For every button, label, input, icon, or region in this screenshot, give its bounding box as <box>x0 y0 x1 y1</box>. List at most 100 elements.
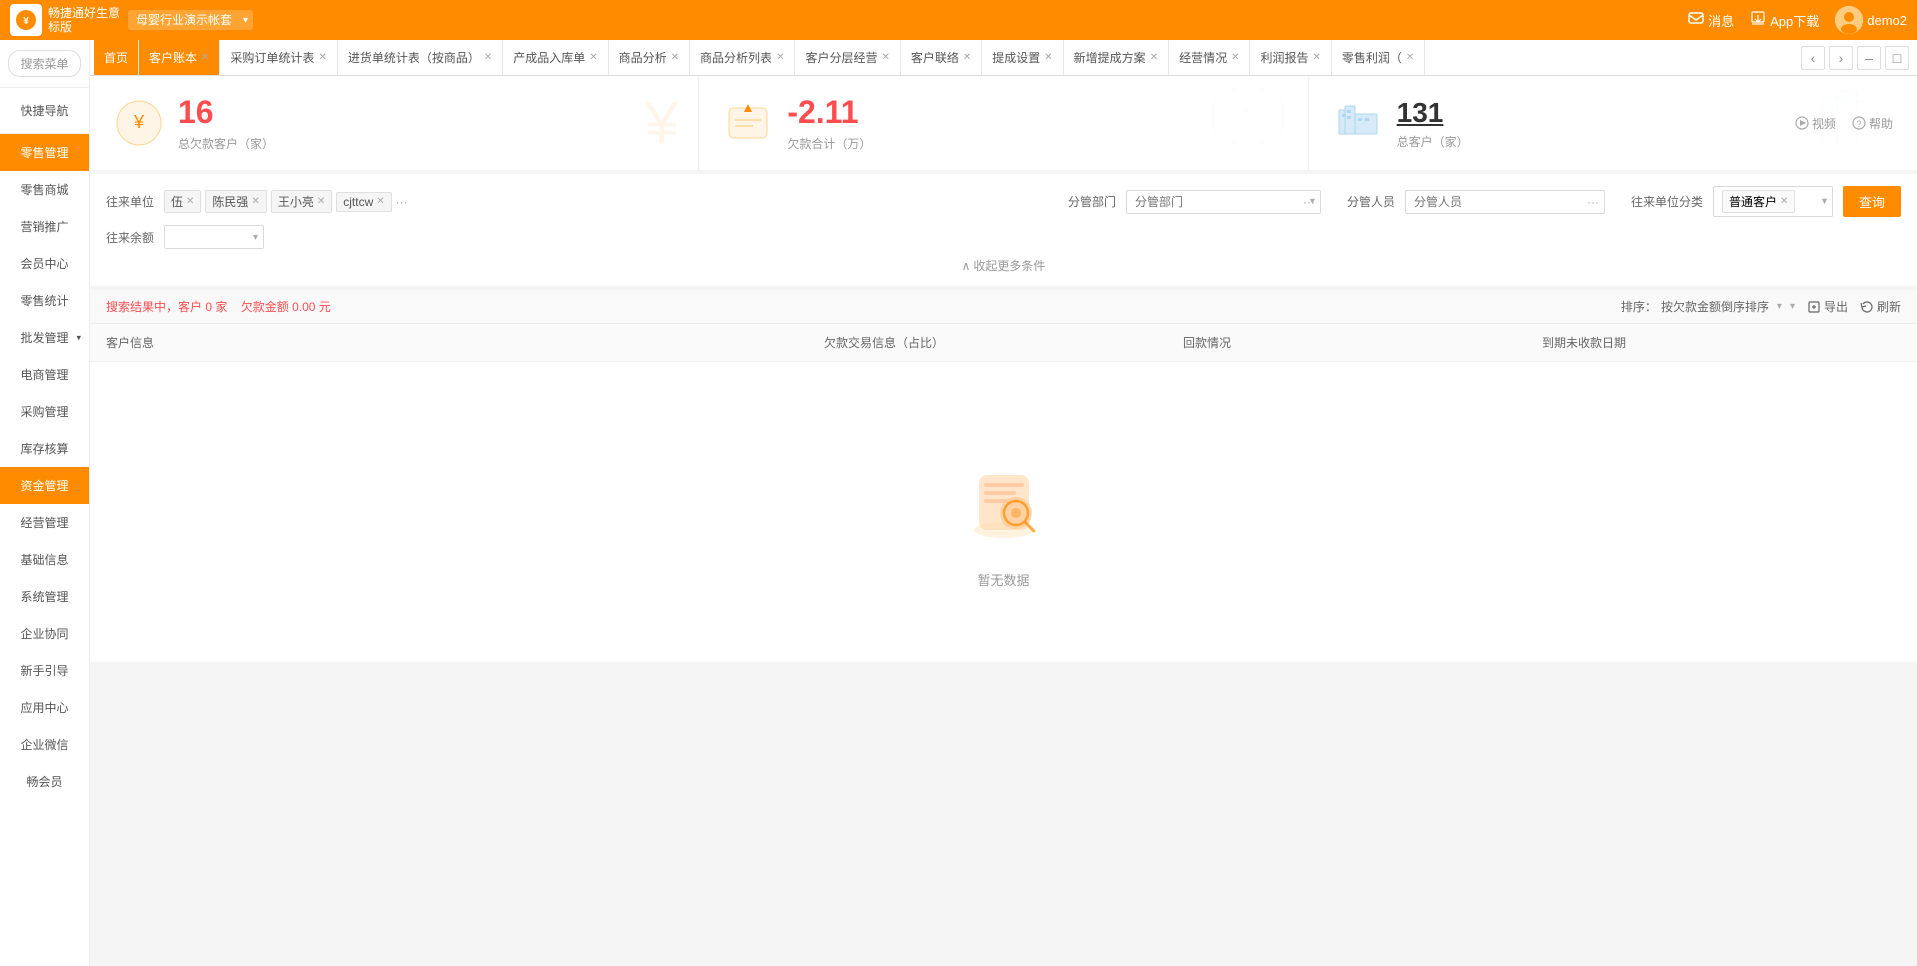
sidebar-item-system-mgmt[interactable]: 系统管理 <box>0 578 89 615</box>
stat-number-overdue-customers: 16 <box>178 94 274 131</box>
tab-close-new-commission-plan[interactable]: ✕ <box>1150 52 1158 63</box>
empty-state: 暂无数据 <box>954 455 1054 589</box>
stat-icon-wrap-3 <box>1333 98 1383 148</box>
remove-tag-wu[interactable]: ✕ <box>186 196 194 207</box>
user-menu[interactable]: demo2 <box>1835 6 1907 34</box>
tab-purchase-order-stats[interactable]: 采购订单统计表 ✕ <box>220 40 337 76</box>
stat-bg-icon-total <box>1817 87 1897 160</box>
remove-tag-chen[interactable]: ✕ <box>251 196 259 207</box>
tab-controls: ‹ › – □ <box>1801 46 1913 70</box>
unit-category-select-box[interactable]: 普通客户 ✕ <box>1713 186 1833 217</box>
tab-close-customer-contact[interactable]: ✕ <box>963 52 971 63</box>
dept-filter-label: 分管部门 <box>1068 193 1116 210</box>
search-menu-btn[interactable]: 搜索菜单 <box>8 50 81 77</box>
tab-close-purchase-stats-by-product[interactable]: ✕ <box>484 52 492 63</box>
sidebar-item-new-guide[interactable]: 新手引导 <box>0 652 89 689</box>
sidebar-item-ecommerce[interactable]: 电商管理 <box>0 356 89 393</box>
sidebar-item-purchase-mgmt[interactable]: 采购管理 <box>0 393 89 430</box>
remove-tag-cjttcw[interactable]: ✕ <box>376 196 384 207</box>
sidebar-item-enterprise-collab[interactable]: 企业协同 <box>0 615 89 652</box>
collapse-btn[interactable]: ∧ 收起更多条件 <box>962 257 1046 274</box>
stat-bg-icon-customers: ¥ <box>645 89 678 158</box>
sidebar-item-app-center[interactable]: 应用中心 <box>0 689 89 726</box>
tab-maximize-btn[interactable]: □ <box>1885 46 1909 70</box>
account-selector[interactable]: 母婴行业演示帐套 <box>128 10 253 30</box>
tab-commission-settings[interactable]: 提成设置 ✕ <box>982 40 1063 76</box>
tab-customer-ledger[interactable]: 客户账本 ✕ <box>139 40 220 76</box>
sidebar-item-retail-stats[interactable]: 零售统计 <box>0 282 89 319</box>
message-icon <box>1688 11 1704 30</box>
tab-close-retail-profit[interactable]: ✕ <box>1406 52 1414 63</box>
top-bar: ¥ 畅捷通好生意 标版 母婴行业演示帐套 消息 <box>0 0 1917 40</box>
sidebar-item-operations-mgmt[interactable]: 经营管理 <box>0 504 89 541</box>
tab-close-customer-ledger[interactable]: ✕ <box>201 52 209 63</box>
filter-row-1: 往来单位 伍 ✕ 陈民强 ✕ 王小亮 <box>106 186 1901 217</box>
sidebar-item-vip[interactable]: 畅会员 <box>0 763 89 800</box>
sidebar-item-basic-info[interactable]: 基础信息 <box>0 541 89 578</box>
collapse-icon: ∧ <box>962 259 971 273</box>
collapse-row: ∧ 收起更多条件 <box>106 257 1901 274</box>
sidebar-item-enterprise-wechat[interactable]: 企业微信 <box>0 726 89 763</box>
tab-close-product-analysis[interactable]: ✕ <box>671 52 679 63</box>
remove-category-tag[interactable]: ✕ <box>1780 196 1788 207</box>
tab-product-analysis[interactable]: 商品分析 ✕ <box>609 40 690 76</box>
tab-customer-layered[interactable]: 客户分层经营 ✕ <box>795 40 900 76</box>
stat-number-total-customers: 131 <box>1397 97 1469 129</box>
page-content: ¥ ¥ 16 总欠款客户（家） <box>90 76 1917 966</box>
dept-input[interactable] <box>1126 190 1321 214</box>
tab-close-operations-status[interactable]: ✕ <box>1231 52 1239 63</box>
sidebar-item-quick-nav[interactable]: 快捷导航 <box>0 94 89 127</box>
message-btn[interactable]: 消息 <box>1688 11 1734 30</box>
svg-text:✦: ✦ <box>1238 100 1258 127</box>
tab-minimize-btn[interactable]: – <box>1857 46 1881 70</box>
sidebar-item-retail-mgmt[interactable]: 零售管理 <box>0 134 89 171</box>
sidebar-item-inventory[interactable]: 库存核算 <box>0 430 89 467</box>
tab-close-product-instock[interactable]: ✕ <box>589 52 597 63</box>
tab-home[interactable]: 首页 <box>94 40 139 76</box>
tab-scroll-right-btn[interactable]: › <box>1829 46 1853 70</box>
filter-area: 往来单位 伍 ✕ 陈民强 ✕ 王小亮 <box>90 174 1917 286</box>
tab-purchase-stats-by-product[interactable]: 进货单统计表（按商品） ✕ <box>338 40 503 76</box>
tab-close-product-analysis-list[interactable]: ✕ <box>776 52 784 63</box>
stat-bg-icon-amount: ✦ <box>1208 76 1288 170</box>
tab-product-analysis-list[interactable]: 商品分析列表 ✕ <box>690 40 795 76</box>
balance-select-wrap <box>164 225 264 249</box>
tab-product-instock[interactable]: 产成品入库单 ✕ <box>503 40 608 76</box>
tab-retail-profit[interactable]: 零售利润（ ✕ <box>1332 40 1425 76</box>
sidebar-item-marketing[interactable]: 营销推广 <box>0 208 89 245</box>
account-selector-wrap[interactable]: 母婴行业演示帐套 <box>128 10 253 30</box>
person-input[interactable] <box>1405 190 1605 214</box>
filter-more-btn[interactable]: ··· <box>396 195 408 209</box>
tab-close-purchase-order-stats[interactable]: ✕ <box>318 52 326 63</box>
refresh-btn[interactable]: 刷新 <box>1860 298 1901 315</box>
tab-operations-status[interactable]: 经营情况 ✕ <box>1169 40 1250 76</box>
remove-tag-wang[interactable]: ✕ <box>317 196 325 207</box>
tab-customer-contact[interactable]: 客户联络 ✕ <box>901 40 982 76</box>
sidebar-item-member-center[interactable]: 会员中心 <box>0 245 89 282</box>
sort-select[interactable]: 按欠款金额倒序排序 <box>1661 300 1786 314</box>
sidebar-item-retail-mall[interactable]: 零售商城 <box>0 171 89 208</box>
tab-close-customer-layered[interactable]: ✕ <box>881 52 889 63</box>
sidebar: 搜索菜单 快捷导航 零售管理 零售商城 营销推广 会员中心 零售统计 批发管理 … <box>0 40 90 966</box>
data-table: 客户信息 欠款交易信息（占比） 回款情况 到期未收款日期 <box>90 324 1917 662</box>
tab-profit-report[interactable]: 利润报告 ✕ <box>1250 40 1331 76</box>
tab-close-commission-settings[interactable]: ✕ <box>1044 52 1052 63</box>
sidebar-item-finance-mgmt[interactable]: 资金管理 <box>0 467 89 504</box>
stat-number-overdue-amount: -2.11 <box>787 94 871 131</box>
export-btn[interactable]: 导出 <box>1807 298 1848 315</box>
col-repayment: 回款情况 <box>1183 334 1542 351</box>
stat-card-total-customers: 131 总客户（家） 视频 ? 帮助 <box>1309 76 1917 170</box>
stat-info-1: 16 总欠款客户（家） <box>178 94 274 152</box>
balance-select[interactable] <box>164 225 264 249</box>
tab-new-commission-plan[interactable]: 新增提成方案 ✕ <box>1064 40 1169 76</box>
results-actions: 排序： 按欠款金额倒序排序 ▾ 导出 <box>1621 298 1901 315</box>
empty-icon <box>954 455 1054 558</box>
logo: ¥ 畅捷通好生意 标版 <box>10 4 120 36</box>
tab-close-profit-report[interactable]: ✕ <box>1313 52 1321 63</box>
sidebar-item-wholesale-mgmt[interactable]: 批发管理 <box>0 319 89 356</box>
app-download-btn[interactable]: App下载 <box>1750 11 1819 30</box>
tab-scroll-left-btn[interactable]: ‹ <box>1801 46 1825 70</box>
dept-input-dots[interactable]: ··· <box>1303 195 1315 209</box>
person-input-dots[interactable]: ··· <box>1587 195 1599 209</box>
query-btn[interactable]: 查询 <box>1843 186 1901 217</box>
